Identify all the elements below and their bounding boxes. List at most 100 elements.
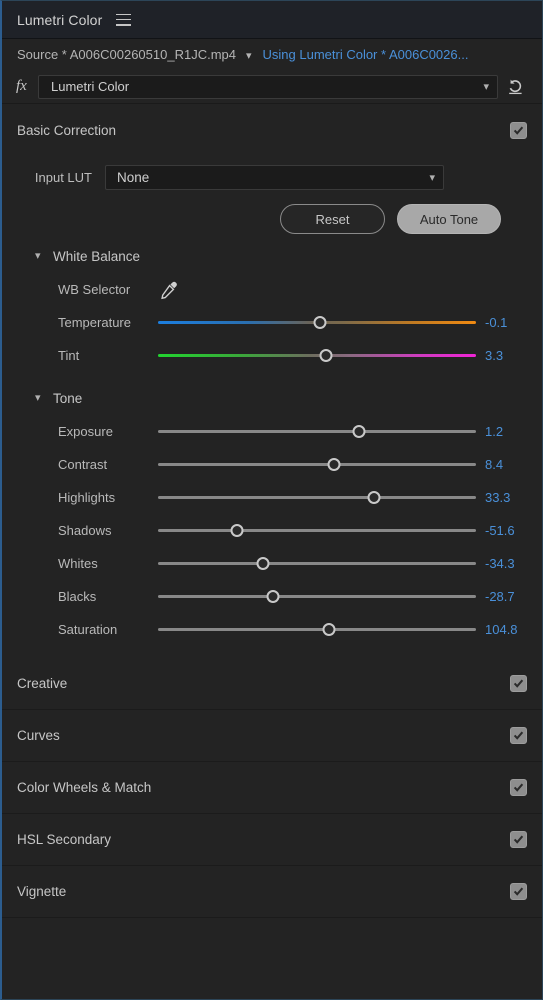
chevron-down-icon: ▾ — [35, 250, 41, 262]
section-header-curves[interactable]: Curves — [2, 710, 542, 762]
slider-handle-tint[interactable] — [319, 349, 333, 362]
reset-button[interactable]: Reset — [280, 204, 385, 234]
section-header-hsl-secondary[interactable]: HSL Secondary — [2, 814, 542, 866]
param-value-blacks[interactable]: -28.7 — [485, 589, 515, 604]
basic-correction-body: Input LUT None ▾ Reset Auto Tone ▾ White… — [2, 156, 542, 658]
collapsed-section-list: Creative Curves Color Wheels & Match HSL Se… — [2, 658, 542, 918]
chevron-down-icon: ▾ — [483, 81, 489, 93]
section-header-vignette[interactable]: Vignette — [2, 866, 542, 918]
param-row-tint: Tint 3.3 — [17, 339, 527, 372]
chevron-down-icon[interactable]: ▾ — [246, 49, 252, 62]
param-slider-temperature[interactable] — [158, 313, 476, 333]
slider-handle-highlights[interactable] — [367, 491, 381, 504]
slider-track-saturation — [158, 628, 476, 631]
subgroup-title: White Balance — [53, 249, 141, 264]
section-header-color-wheels-match[interactable]: Color Wheels & Match — [2, 762, 542, 814]
wb-selector-row: WB Selector — [17, 273, 527, 306]
section-title: Color Wheels & Match — [17, 780, 152, 795]
input-lut-dropdown[interactable]: None ▾ — [105, 164, 444, 190]
slider-handle-contrast[interactable] — [327, 458, 341, 471]
param-slider-saturation[interactable] — [158, 620, 476, 640]
param-row-shadows: Shadows -51.6 — [17, 514, 527, 547]
param-label-shadows: Shadows — [58, 523, 112, 538]
slider-track-contrast — [158, 463, 476, 466]
slider-handle-exposure[interactable] — [352, 425, 366, 438]
param-row-whites: Whites -34.3 — [17, 547, 527, 580]
page-title: Lumetri Color — [17, 11, 103, 28]
slider-track-shadows — [158, 529, 476, 532]
param-slider-whites[interactable] — [158, 554, 476, 574]
param-row-blacks: Blacks -28.7 — [17, 580, 527, 613]
param-row-exposure: Exposure 1.2 — [17, 415, 527, 448]
chevron-down-icon: ▾ — [429, 171, 435, 184]
section-enable-checkbox-color-wheels-match[interactable] — [510, 779, 527, 796]
param-value-exposure[interactable]: 1.2 — [485, 424, 503, 439]
hamburger-menu-icon[interactable] — [116, 13, 132, 26]
effect-selector-row: fx Lumetri Color ▾ — [2, 70, 542, 104]
section-header-basic-correction[interactable]: Basic Correction — [2, 104, 542, 156]
param-value-highlights[interactable]: 33.3 — [485, 490, 510, 505]
lumetri-color-panel: Lumetri Color Source * A006C00260510_R1J… — [0, 0, 543, 1000]
slider-track-highlights — [158, 496, 476, 499]
section-enable-checkbox-basic-correction[interactable] — [510, 121, 527, 139]
section-header-creative[interactable]: Creative — [2, 658, 542, 710]
subgroup-header-white-balance[interactable]: ▾ White Balance — [17, 240, 527, 273]
param-value-saturation[interactable]: 104.8 — [485, 622, 518, 637]
auto-tone-button[interactable]: Auto Tone — [397, 204, 501, 234]
slider-handle-blacks[interactable] — [266, 590, 280, 603]
section-enable-checkbox-curves[interactable] — [510, 727, 527, 744]
param-slider-contrast[interactable] — [158, 455, 476, 475]
effect-name-value: Lumetri Color — [51, 79, 130, 94]
section-title: Basic Correction — [17, 122, 117, 138]
section-enable-checkbox-hsl-secondary[interactable] — [510, 831, 527, 848]
panel-titlebar: Lumetri Color — [2, 1, 542, 39]
slider-handle-temperature[interactable] — [313, 316, 327, 329]
slider-handle-saturation[interactable] — [322, 623, 336, 636]
param-value-shadows[interactable]: -51.6 — [485, 523, 515, 538]
fx-icon: fx — [16, 78, 27, 94]
subgroup-header-tone[interactable]: ▾ Tone — [17, 382, 527, 415]
section-title: Curves — [17, 728, 60, 743]
source-clip-name: Source * A006C00260510_R1JC.mp4 — [17, 47, 236, 62]
param-slider-highlights[interactable] — [158, 488, 476, 508]
effect-name-dropdown[interactable]: Lumetri Color ▾ — [38, 74, 498, 99]
slider-handle-whites[interactable] — [256, 557, 270, 570]
input-lut-value: None — [117, 169, 150, 185]
param-value-temperature[interactable]: -0.1 — [485, 315, 507, 330]
input-lut-row: Input LUT None ▾ — [17, 156, 527, 198]
param-label-saturation: Saturation — [58, 622, 118, 637]
param-value-tint[interactable]: 3.3 — [485, 348, 503, 363]
input-lut-label: Input LUT — [34, 169, 92, 185]
slider-track-tint — [158, 354, 476, 357]
param-row-highlights: Highlights 33.3 — [17, 481, 527, 514]
param-row-contrast: Contrast 8.4 — [17, 448, 527, 481]
param-slider-tint[interactable] — [158, 346, 476, 366]
source-clip-row: Source * A006C00260510_R1JC.mp4 ▾ Using … — [2, 39, 542, 70]
wb-selector-label: WB Selector — [58, 282, 131, 297]
param-label-contrast: Contrast — [58, 457, 108, 472]
param-label-exposure: Exposure — [58, 424, 113, 439]
param-value-whites[interactable]: -34.3 — [485, 556, 515, 571]
param-slider-shadows[interactable] — [158, 521, 476, 541]
section-title: Vignette — [17, 884, 67, 899]
subgroup-title: Tone — [53, 391, 83, 406]
param-slider-exposure[interactable] — [158, 422, 476, 442]
slider-handle-shadows[interactable] — [230, 524, 244, 537]
param-label-highlights: Highlights — [58, 490, 116, 505]
section-enable-checkbox-creative[interactable] — [510, 675, 527, 692]
reset-arrow-icon[interactable] — [498, 77, 532, 96]
param-slider-blacks[interactable] — [158, 587, 476, 607]
eyedropper-icon[interactable] — [158, 279, 476, 301]
param-label-blacks: Blacks — [58, 589, 97, 604]
param-label-temperature: Temperature — [58, 315, 131, 330]
param-label-whites: Whites — [58, 556, 98, 571]
param-value-contrast[interactable]: 8.4 — [485, 457, 503, 472]
section-title: HSL Secondary — [17, 832, 112, 847]
slider-track-whites — [158, 562, 476, 565]
basic-correction-buttons: Reset Auto Tone — [17, 198, 527, 240]
param-label-tint: Tint — [58, 348, 80, 363]
section-enable-checkbox-vignette[interactable] — [510, 883, 527, 900]
param-row-temperature: Temperature -0.1 — [17, 306, 527, 339]
chevron-down-icon: ▾ — [35, 392, 41, 404]
using-lumetri-link[interactable]: Using Lumetri Color * A006C0026... — [263, 47, 469, 62]
